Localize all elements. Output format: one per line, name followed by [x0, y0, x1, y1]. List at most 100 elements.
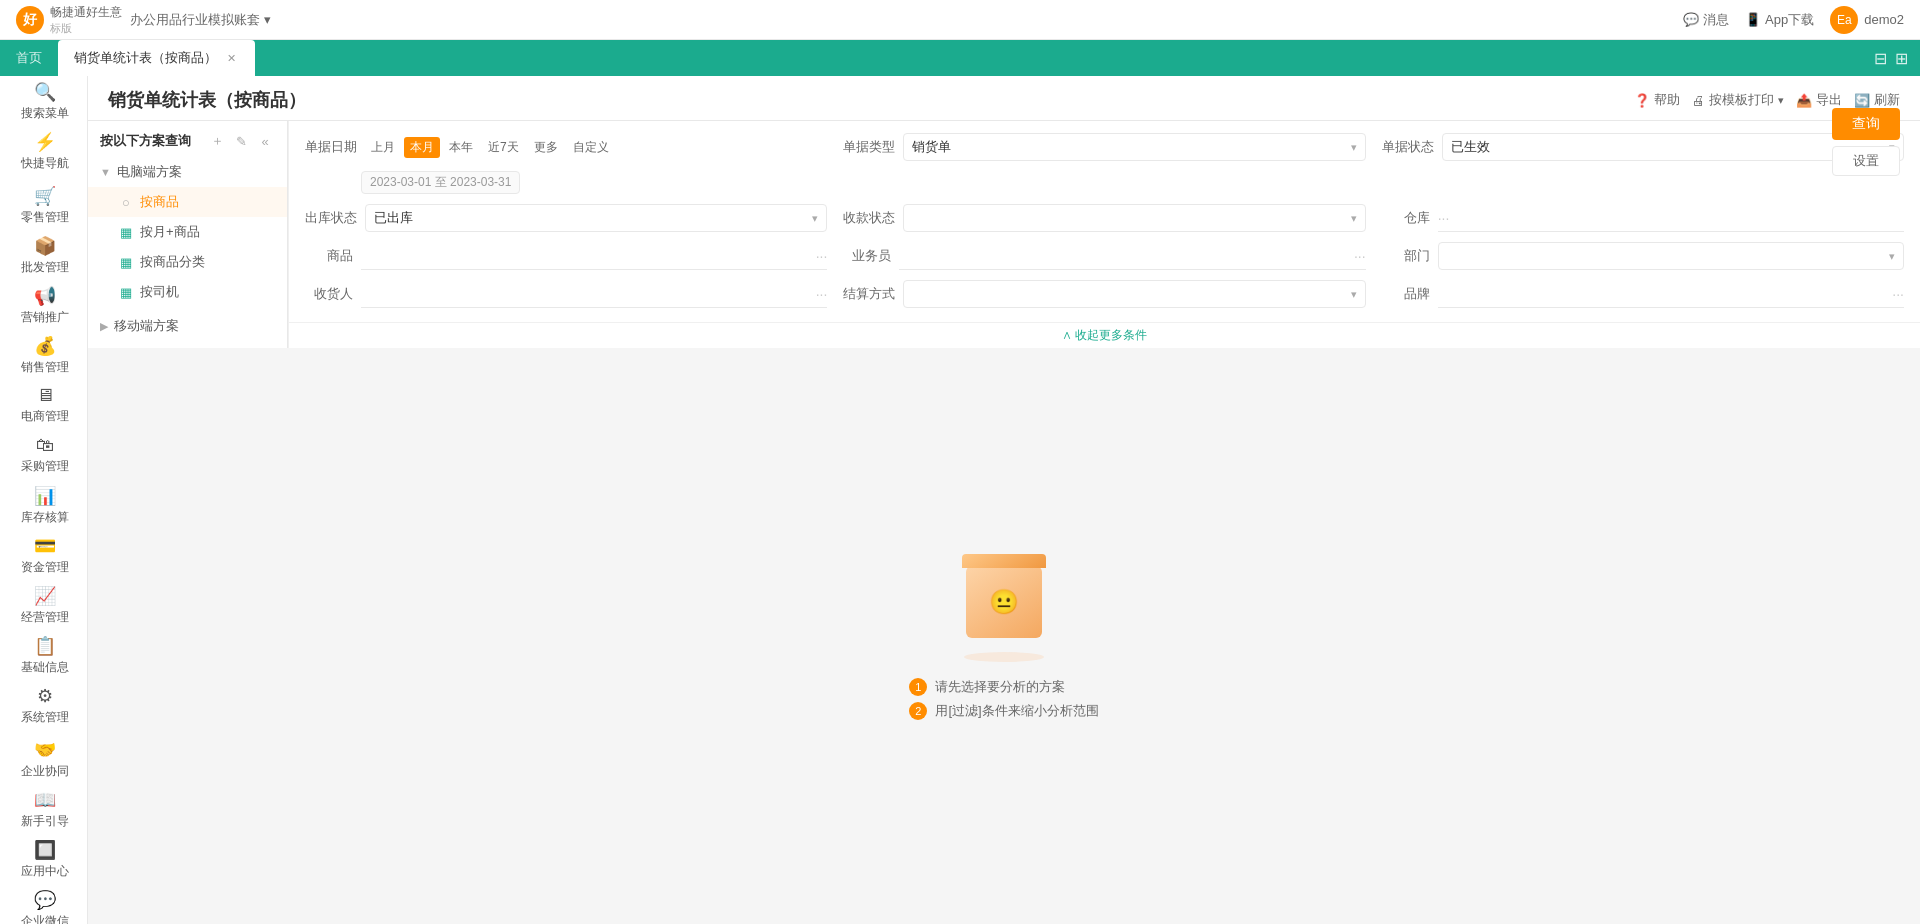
sidebar-item-system[interactable]: ⚙ 系统管理: [0, 680, 87, 730]
date-btn-this-month[interactable]: 本月: [404, 137, 440, 158]
print-button[interactable]: 🖨 按模板打印 ▾: [1692, 91, 1784, 109]
empty-num-1: 1: [909, 678, 927, 696]
mobile-group-arrow-icon: ▶: [100, 320, 108, 333]
settings-button[interactable]: 设置: [1832, 146, 1900, 176]
sidebar-item-search[interactable]: 🔍 搜索菜单: [0, 76, 87, 126]
collapse-scheme-button[interactable]: «: [255, 131, 275, 151]
goods-dots[interactable]: ···: [816, 248, 828, 264]
receipt-label: 收款状态: [843, 209, 903, 227]
tab-bar-right: ⊟ ⊞: [1874, 49, 1920, 68]
employee-input-area: ···: [899, 242, 1365, 270]
sidebar-item-operations[interactable]: 📈 经营管理: [0, 580, 87, 630]
workspace-selector[interactable]: 办公用品行业模拟账套 ▾: [130, 11, 271, 29]
employee-dots[interactable]: ···: [1354, 248, 1366, 264]
shadow: [964, 652, 1044, 662]
user-profile[interactable]: Ea demo2: [1830, 6, 1904, 34]
sidebar-item-quick-nav[interactable]: ⚡ 快捷导航: [0, 126, 87, 176]
sidebar-item-ecommerce[interactable]: 🖥 电商管理: [0, 380, 87, 430]
box-face: 😐: [989, 588, 1019, 616]
refresh-button[interactable]: 🔄 刷新: [1854, 91, 1900, 109]
goods-label: 商品: [305, 247, 361, 265]
tab-report[interactable]: 销货单统计表（按商品） ✕: [58, 40, 255, 76]
dept-label: 部门: [1382, 247, 1438, 265]
basic-icon: 📋: [34, 635, 56, 657]
sidebar-item-marketing[interactable]: 📢 营销推广: [0, 280, 87, 330]
app-download-button[interactable]: 📱 App下载: [1745, 11, 1814, 29]
storage-label: 仓库: [1382, 209, 1438, 227]
result-area: 😐 1 请先选择要分析的方案 2 用[过滤]条件来缩小分析范围: [88, 348, 1920, 924]
sidebar-item-finance[interactable]: 💳 资金管理: [0, 530, 87, 580]
sales-icon: 💰: [34, 335, 56, 357]
page-header: 销货单统计表（按商品） ❓ 帮助 🖨 按模板打印 ▾ 📤 导出 🔄 刷新: [88, 76, 1920, 121]
warehouse-select[interactable]: 已出库 ▾: [365, 204, 827, 232]
type-label: 单据类型: [843, 138, 903, 156]
storage-dots[interactable]: ···: [1438, 210, 1450, 226]
goods-input-area: ···: [361, 242, 827, 270]
recipient-dots[interactable]: ···: [816, 286, 828, 302]
type-select[interactable]: 销货单 ▾: [903, 133, 1365, 161]
brand-input-area: ···: [1438, 280, 1904, 308]
sidebar-item-wholesale[interactable]: 📦 批发管理: [0, 230, 87, 280]
tab-home[interactable]: 首页: [0, 40, 58, 76]
date-btn-this-year[interactable]: 本年: [443, 137, 479, 158]
empty-num-2: 2: [909, 702, 927, 720]
receipt-select[interactable]: ▾: [903, 204, 1365, 232]
date-btn-more[interactable]: 更多: [528, 137, 564, 158]
add-scheme-button[interactable]: ＋: [207, 131, 227, 151]
storage-filter: 仓库 ···: [1382, 204, 1904, 232]
sidebar-item-sales[interactable]: 💰 销售管理: [0, 330, 87, 380]
dept-select[interactable]: ▾: [1438, 242, 1904, 270]
scheme-item-by-product[interactable]: ○ 按商品: [88, 187, 287, 217]
sidebar-item-purchase[interactable]: 🛍 采购管理: [0, 430, 87, 480]
help-button[interactable]: ❓ 帮助: [1634, 91, 1680, 109]
sidebar-item-basic[interactable]: 📋 基础信息: [0, 630, 87, 680]
empty-line-2: 2 用[过滤]条件来缩小分析范围: [909, 702, 1098, 720]
scheme-group-desktop-header[interactable]: ▼ 电脑端方案: [88, 157, 287, 187]
date-btn-7days[interactable]: 近7天: [482, 137, 525, 158]
finance-icon: 💳: [34, 535, 56, 557]
tab-close-icon[interactable]: ✕: [223, 50, 239, 66]
scheme-item-by-month-product[interactable]: ▦ 按月+商品: [88, 217, 287, 247]
message-button[interactable]: 💬 消息: [1683, 11, 1729, 29]
warehouse-label: 出库状态: [305, 209, 365, 227]
edit-scheme-button[interactable]: ✎: [231, 131, 251, 151]
query-button[interactable]: 查询: [1832, 121, 1900, 140]
payment-filter: 结算方式 ▾: [843, 280, 1365, 308]
collapse-button[interactable]: ∧ 收起更多条件: [289, 322, 1920, 348]
sidebar-item-enterprise[interactable]: 🤝 企业协同: [0, 734, 87, 784]
sidebar-item-app-center[interactable]: 🔲 应用中心: [0, 834, 87, 884]
by-category-icon: ▦: [118, 254, 134, 270]
scheme-item-by-cashier[interactable]: ▦ 按司机: [88, 277, 287, 307]
by-product-icon: ○: [118, 194, 134, 210]
receipt-filter: 收款状态 ▾: [843, 204, 1365, 232]
export-button[interactable]: 📤 导出: [1796, 91, 1842, 109]
payment-select[interactable]: ▾: [903, 280, 1365, 308]
tab-minimize-icon[interactable]: ⊟: [1874, 49, 1887, 68]
scheme-item-by-category[interactable]: ▦ 按商品分类: [88, 247, 287, 277]
date-btn-last-month[interactable]: 上月: [365, 137, 401, 158]
sidebar-item-inventory[interactable]: 📊 库存核算: [0, 480, 87, 530]
sidebar-item-wechat[interactable]: 💬 企业微信: [0, 884, 87, 924]
date-btn-custom[interactable]: 自定义: [567, 137, 615, 158]
filter-area: 单据日期 上月 本月 本年 近7天 更多 自定义: [288, 121, 1920, 348]
tab-expand-icon[interactable]: ⊞: [1895, 49, 1908, 68]
brand-dots[interactable]: ···: [1892, 286, 1904, 302]
date-label: 单据日期: [305, 138, 365, 156]
sidebar-item-guide[interactable]: 📖 新手引导: [0, 784, 87, 834]
sidebar-item-retail[interactable]: 🛒 零售管理: [0, 180, 87, 230]
system-icon: ⚙: [37, 685, 53, 707]
scheme-group-mobile-header[interactable]: ▶ 移动端方案: [88, 311, 287, 341]
recipient-input-area: ···: [361, 280, 827, 308]
logo-icon: 好: [16, 6, 44, 34]
dept-arrow: ▾: [1889, 250, 1895, 263]
receipt-arrow: ▾: [1351, 212, 1357, 225]
header-left: 好 畅捷通好生意 标版 办公用品行业模拟账套 ▾: [16, 4, 271, 36]
scheme-panel-header: 按以下方案查询 ＋ ✎ «: [88, 121, 287, 157]
warehouse-filter: 出库状态 已出库 ▾: [305, 204, 827, 232]
scheme-group-mobile: ▶ 移动端方案: [88, 311, 287, 341]
filter-scheme-wrapper: 按以下方案查询 ＋ ✎ « ▼ 电脑端方案: [88, 121, 1920, 924]
page-actions: ❓ 帮助 🖨 按模板打印 ▾ 📤 导出 🔄 刷新: [1634, 91, 1900, 109]
user-avatar: Ea: [1830, 6, 1858, 34]
inventory-icon: 📊: [34, 485, 56, 507]
date-range-display: 2023-03-01 至 2023-03-31: [361, 171, 520, 194]
